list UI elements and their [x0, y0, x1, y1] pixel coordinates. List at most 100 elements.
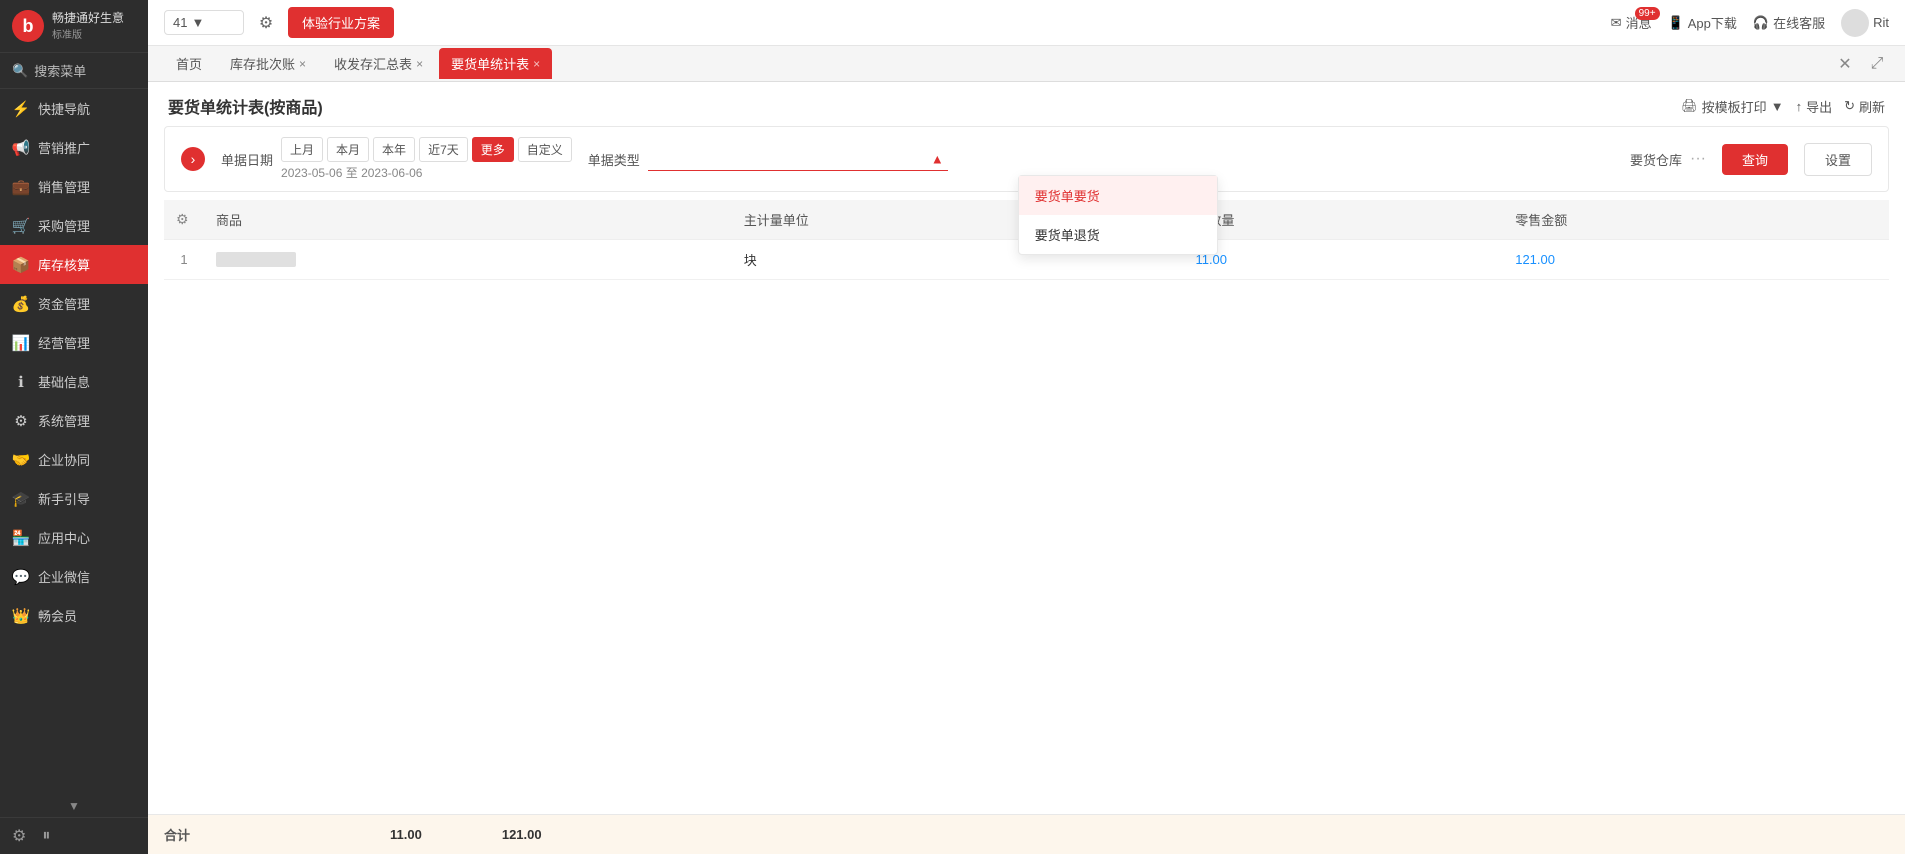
type-select-input[interactable]	[648, 147, 948, 171]
service-icon: 🎧	[1753, 15, 1769, 31]
nav-label-13: 畅会员	[38, 606, 77, 625]
refresh-icon: ↻	[1844, 98, 1855, 114]
trial-button[interactable]: 体验行业方案	[288, 7, 394, 38]
settings-icon[interactable]: ⚙	[12, 826, 26, 846]
sidebar-item-经营管理[interactable]: 📊 经营管理	[0, 323, 148, 362]
collapse-icon[interactable]: ⏸	[42, 827, 50, 845]
date-range-text: 2023-05-06 至 2023-06-06	[281, 164, 572, 181]
nav-icon-0: ⚡	[12, 100, 30, 118]
export-icon: ↑	[1796, 99, 1803, 114]
type-dropdown: 要货单要货 要货单退货	[1018, 175, 1218, 255]
tab-close-2[interactable]: ×	[416, 57, 423, 71]
nav-icon-1: 📢	[12, 139, 30, 157]
recent7-btn[interactable]: 近7天	[419, 137, 468, 162]
sidebar-item-销售管理[interactable]: 💼 销售管理	[0, 167, 148, 206]
set-button[interactable]: 设置	[1804, 143, 1872, 176]
topbar-settings-btn[interactable]: ⚙	[252, 9, 280, 37]
sidebar-item-新手引导[interactable]: 🎓 新手引导	[0, 479, 148, 518]
sidebar-scroll-down[interactable]: ▼	[0, 795, 148, 817]
sidebar-item-系统管理[interactable]: ⚙ 系统管理	[0, 401, 148, 440]
nav-label-5: 资金管理	[38, 294, 90, 313]
row-product-0: ████ ██	[204, 240, 732, 280]
filter-expand-btn[interactable]: ›	[181, 147, 205, 171]
messages-button[interactable]: ✉ 消息 99+	[1611, 13, 1652, 32]
close-tab-btn[interactable]: ✕	[1833, 52, 1857, 76]
table-header-settings: ⚙	[164, 200, 204, 240]
sidebar-item-资金管理[interactable]: 💰 资金管理	[0, 284, 148, 323]
user-name: Rit	[1873, 15, 1889, 30]
sidebar-item-营销推广[interactable]: 📢 营销推广	[0, 128, 148, 167]
print-button[interactable]: 🖨 按模板打印 ▼	[1681, 97, 1783, 116]
nav-label-7: 基础信息	[38, 372, 90, 391]
search-menu-label: 搜索菜单	[34, 61, 86, 80]
sidebar-bottom: ⚙ ⏸	[0, 817, 148, 854]
tabbar: 首页库存批次账 ×收发存汇总表 ×要货单统计表 × ✕ ⤢	[148, 46, 1905, 82]
table-header-product: 商品	[204, 200, 732, 240]
query-button[interactable]: 查询	[1722, 144, 1788, 175]
this-year-btn[interactable]: 本年	[373, 137, 415, 162]
store-selector[interactable]: 41 ▼	[164, 10, 244, 35]
dropdown-item-1[interactable]: 要货单退货	[1019, 215, 1217, 254]
nav-label-10: 新手引导	[38, 489, 90, 508]
sidebar-nav: ⚡ 快捷导航 📢 营销推广 💼 销售管理 🛒 采购管理 📦 库存核算 💰 资金管…	[0, 89, 148, 795]
store-number: 41	[173, 15, 187, 30]
nav-icon-4: 📦	[12, 256, 30, 274]
nav-icon-13: 👑	[12, 607, 30, 625]
type-select-wrapper: ▲ 要货单要货 要货单退货	[648, 147, 948, 171]
sidebar-item-应用中心[interactable]: 🏪 应用中心	[0, 518, 148, 557]
more-btn[interactable]: 更多	[472, 137, 514, 162]
maximize-tab-btn[interactable]: ⤢	[1865, 52, 1889, 76]
sidebar-item-企业协同[interactable]: 🤝 企业协同	[0, 440, 148, 479]
summary-quantity: 11.00	[390, 827, 422, 842]
nav-label-9: 企业协同	[38, 450, 90, 469]
dropdown-item-0[interactable]: 要货单要货	[1019, 176, 1217, 215]
type-filter-label: 单据类型	[588, 150, 640, 169]
row-amount-0: 121.00	[1503, 240, 1889, 280]
nav-label-1: 营销推广	[38, 138, 90, 157]
prev-month-btn[interactable]: 上月	[281, 137, 323, 162]
nav-icon-8: ⚙	[12, 412, 30, 430]
tab-0[interactable]: 首页	[164, 48, 214, 79]
tab-label-0: 首页	[176, 54, 202, 73]
online-service-button[interactable]: 🎧 在线客服	[1753, 13, 1825, 32]
row-quantity-0: 11.00	[1183, 240, 1503, 280]
app-download-button[interactable]: 📱 App下载	[1668, 13, 1737, 32]
sidebar-item-库存核算[interactable]: 📦 库存核算	[0, 245, 148, 284]
sidebar-item-企业微信[interactable]: 💬 企业微信	[0, 557, 148, 596]
custom-btn[interactable]: 自定义	[518, 137, 572, 162]
sidebar-item-快捷导航[interactable]: ⚡ 快捷导航	[0, 89, 148, 128]
sidebar-item-基础信息[interactable]: ℹ 基础信息	[0, 362, 148, 401]
table-header-amount: 零售金额	[1503, 200, 1889, 240]
tab-2[interactable]: 收发存汇总表 ×	[322, 48, 435, 79]
tab-1[interactable]: 库存批次账 ×	[218, 48, 318, 79]
sidebar-item-采购管理[interactable]: 🛒 采购管理	[0, 206, 148, 245]
export-button[interactable]: ↑ 导出	[1796, 97, 1833, 116]
type-select-arrow-icon[interactable]: ▲	[931, 152, 944, 167]
search-menu-button[interactable]: 🔍 搜索菜单	[0, 53, 148, 89]
table-settings-icon[interactable]: ⚙	[176, 211, 189, 227]
refresh-button[interactable]: ↻ 刷新	[1844, 97, 1885, 116]
filter-bar: › 单据日期 上月 本月 本年 近7天 更多 自定义 2023-05-06 至 …	[164, 126, 1889, 192]
tab-close-3[interactable]: ×	[533, 57, 540, 71]
tab-label-3: 要货单统计表	[451, 54, 529, 73]
tab-3[interactable]: 要货单统计表 ×	[439, 48, 552, 79]
sidebar-item-畅会员[interactable]: 👑 畅会员	[0, 596, 148, 635]
this-month-btn[interactable]: 本月	[327, 137, 369, 162]
nav-label-11: 应用中心	[38, 528, 90, 547]
page-header: 要货单统计表(按商品) 🖨 按模板打印 ▼ ↑ 导出 ↻ 刷新	[148, 82, 1905, 126]
warehouse-filter-label: 要货仓库	[1630, 150, 1682, 169]
nav-icon-9: 🤝	[12, 451, 30, 469]
user-avatar-button[interactable]: Rit	[1841, 9, 1889, 37]
summary-amount: 121.00	[502, 827, 542, 842]
nav-icon-11: 🏪	[12, 529, 30, 547]
nav-icon-5: 💰	[12, 295, 30, 313]
warehouse-more-icon[interactable]: ···	[1690, 150, 1706, 168]
nav-label-8: 系统管理	[38, 411, 90, 430]
nav-icon-6: 📊	[12, 334, 30, 352]
page-content: 要货单统计表(按商品) 🖨 按模板打印 ▼ ↑ 导出 ↻ 刷新 ›	[148, 82, 1905, 854]
topbar-left: 41 ▼ ⚙ 体验行业方案	[164, 7, 1599, 38]
export-label: 导出	[1806, 97, 1832, 116]
summary-values: 11.00 121.00	[390, 827, 542, 842]
tab-close-1[interactable]: ×	[299, 57, 306, 71]
nav-icon-12: 💬	[12, 568, 30, 586]
